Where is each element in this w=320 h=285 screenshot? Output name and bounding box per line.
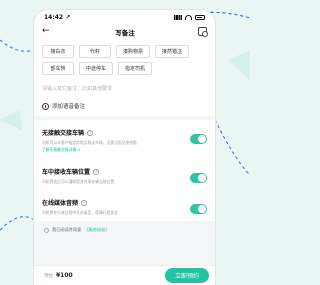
tag-item[interactable]: 中途停车: [79, 62, 114, 75]
agreement-row: 我已阅读并同意 《服务协议》: [34, 221, 215, 233]
status-time: 14:42 ↗: [44, 14, 70, 21]
info-icon[interactable]: ?: [81, 199, 88, 206]
audio-toggle[interactable]: [190, 204, 207, 215]
voice-note-button[interactable]: 添加语音备注: [42, 102, 207, 110]
option-audio: 在线媒体音频 ? 司机将在行驶过程中开启录音，保障行程安全: [34, 190, 215, 222]
vehicle-location-toggle[interactable]: [190, 173, 207, 184]
page-title: 写备注: [115, 28, 135, 37]
note-input[interactable]: 请输入其它备注，比如其他要求: [42, 85, 207, 92]
back-arrow-icon[interactable]: ←: [42, 27, 52, 36]
location-arrow-icon: ↗: [65, 13, 71, 21]
signal-icon: [174, 14, 182, 20]
option-title-text: 车中接收车辆位置: [42, 169, 91, 177]
bottom-bar: 预估 ¥100 立即预约: [34, 265, 215, 285]
option-title: 无接触交接车辆 ?: [42, 128, 154, 137]
info-icon[interactable]: ?: [87, 129, 94, 136]
price-display: 预估 ¥100: [44, 272, 73, 279]
tag-item[interactable]: 接白衣: [42, 45, 74, 58]
option-contactless: 无接触交接车辆 ? 司机可以从客户指定的地点取走车辆，无需当面交接钥匙 了解无接…: [34, 120, 215, 160]
contactless-toggle[interactable]: [190, 134, 207, 144]
tag-item[interactable]: 指定司机: [118, 62, 153, 75]
option-title: 在线媒体音频 ?: [42, 198, 154, 207]
history-icon[interactable]: [198, 27, 208, 37]
tag-item[interactable]: 湊购物票: [116, 45, 151, 58]
agreement-link[interactable]: 《服务协议》: [84, 227, 109, 233]
option-desc: 司机将在行驶过程中开启录音，保障行程安全: [42, 210, 118, 216]
status-icons: [174, 14, 205, 20]
battery-icon: [195, 14, 205, 20]
agree-text: 我已阅读并同意: [52, 227, 82, 233]
option-title-text: 无接触交接车辆: [42, 130, 85, 137]
tag-list: 接白衣 代籽 湊购物票 接然错泟 部车轿 中途停车 指定司机: [42, 45, 207, 75]
option-desc: 司机到达后可以通知您并共享车辆当前位置: [42, 179, 115, 185]
option-detail-link[interactable]: 了解无接触交接详情 >: [42, 147, 154, 153]
phone-screen: 14:42 ↗ ← 写备注 接白衣 代籽 湊购物票 接然错泟 部车轿 中途停车 …: [34, 10, 215, 285]
wifi-icon: [185, 14, 192, 20]
info-icon[interactable]: ?: [93, 168, 100, 175]
nav-bar: ← 写备注: [34, 24, 215, 39]
status-time-text: 14:42: [44, 13, 64, 21]
remark-card: 接白衣 代籽 湊购物票 接然错泟 部车轿 中途停车 指定司机 请输入其它备注，比…: [34, 39, 215, 116]
agree-radio[interactable]: [44, 227, 49, 233]
option-title-text: 在线媒体音频: [42, 200, 79, 208]
tag-item[interactable]: 部车轿: [42, 62, 74, 75]
tag-item[interactable]: 接然错泟: [155, 45, 190, 58]
voice-note-label: 添加语音备注: [52, 104, 86, 110]
option-title: 车中接收车辆位置 ?: [42, 167, 154, 176]
tag-item[interactable]: 代籽: [79, 45, 111, 58]
microphone-icon: [42, 102, 49, 110]
price-value: ¥100: [56, 272, 73, 279]
book-now-button[interactable]: 立即预约: [164, 268, 209, 283]
price-label: 预估: [44, 273, 53, 279]
option-vehicle-location: 车中接收车辆位置 ? 司机到达后可以通知您并共享车辆当前位置: [34, 159, 215, 191]
option-desc: 司机可以从客户指定的地点取走车辆，无需当面交接钥匙: [42, 140, 137, 145]
status-bar: 14:42 ↗: [34, 10, 215, 24]
